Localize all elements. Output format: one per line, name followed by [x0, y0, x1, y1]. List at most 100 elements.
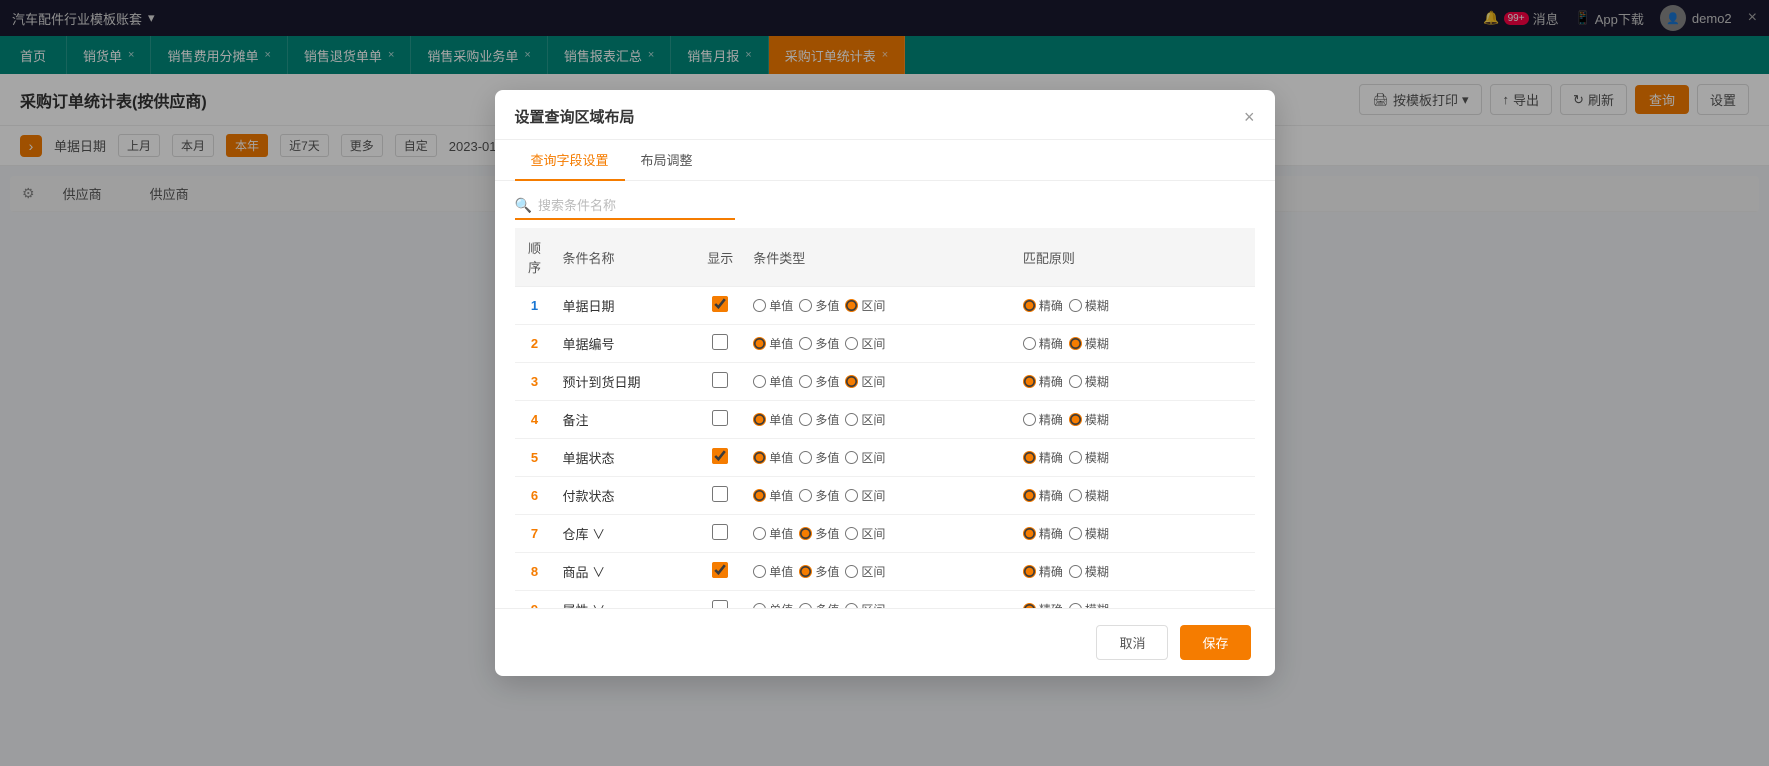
display-checkbox-4[interactable]	[712, 448, 728, 464]
type-radio-5-0[interactable]	[753, 489, 766, 502]
type-radio-label-5-2[interactable]: 区间	[845, 487, 885, 504]
match-radio-2-1[interactable]	[1069, 375, 1082, 388]
type-radio-1-2[interactable]	[845, 337, 858, 350]
type-radio-label-2-2[interactable]: 区间	[845, 373, 885, 390]
match-radio-label-0-1[interactable]: 模糊	[1069, 297, 1109, 314]
modal-close-btn[interactable]: ×	[1244, 108, 1255, 126]
search-input[interactable]	[538, 198, 718, 213]
match-radio-6-0[interactable]	[1023, 527, 1036, 540]
type-radio-0-2[interactable]	[845, 299, 858, 312]
type-radio-label-1-0[interactable]: 单值	[753, 335, 793, 352]
type-radio-0-1[interactable]	[799, 299, 812, 312]
type-radio-6-2[interactable]	[845, 527, 858, 540]
type-radio-label-3-0[interactable]: 单值	[753, 411, 793, 428]
match-radio-label-3-0[interactable]: 精确	[1023, 411, 1063, 428]
type-radio-label-4-0[interactable]: 单值	[753, 449, 793, 466]
match-radio-5-0[interactable]	[1023, 489, 1036, 502]
match-radio-7-0[interactable]	[1023, 565, 1036, 578]
match-radio-label-1-0[interactable]: 精确	[1023, 335, 1063, 352]
modal-tab-layout[interactable]: 布局调整	[625, 140, 709, 181]
match-radio-label-7-0[interactable]: 精确	[1023, 563, 1063, 580]
type-radio-label-0-2[interactable]: 区间	[845, 297, 885, 314]
match-radio-label-6-1[interactable]: 模糊	[1069, 525, 1109, 542]
type-radio-1-0[interactable]	[753, 337, 766, 350]
display-checkbox-3[interactable]	[712, 410, 728, 426]
display-checkbox-0[interactable]	[712, 296, 728, 312]
type-radio-label-1-2[interactable]: 区间	[845, 335, 885, 352]
type-radio-label-7-0[interactable]: 单值	[753, 563, 793, 580]
display-checkbox-1[interactable]	[712, 334, 728, 350]
match-radio-label-3-1[interactable]: 模糊	[1069, 411, 1109, 428]
type-radio-4-0[interactable]	[753, 451, 766, 464]
type-radio-label-7-2[interactable]: 区间	[845, 563, 885, 580]
type-radio-label-6-0[interactable]: 单值	[753, 525, 793, 542]
match-radio-label-4-0[interactable]: 精确	[1023, 449, 1063, 466]
match-radio-4-0[interactable]	[1023, 451, 1036, 464]
type-radio-3-2[interactable]	[845, 413, 858, 426]
cancel-btn[interactable]: 取消	[1096, 625, 1168, 660]
type-radio-1-1[interactable]	[799, 337, 812, 350]
match-radio-3-0[interactable]	[1023, 413, 1036, 426]
display-checkbox-8[interactable]	[712, 600, 728, 608]
modal-tab-query[interactable]: 查询字段设置	[515, 140, 625, 181]
match-radio-label-0-0[interactable]: 精确	[1023, 297, 1063, 314]
type-radio-label-6-2[interactable]: 区间	[845, 525, 885, 542]
type-radio-label-7-1[interactable]: 多值	[799, 563, 839, 580]
type-radio-label-5-0[interactable]: 单值	[753, 487, 793, 504]
match-radio-label-8-1[interactable]: 模糊	[1069, 601, 1109, 608]
type-radio-7-0[interactable]	[753, 565, 766, 578]
match-radio-3-1[interactable]	[1069, 413, 1082, 426]
type-radio-3-0[interactable]	[753, 413, 766, 426]
display-checkbox-7[interactable]	[712, 562, 728, 578]
match-radio-label-6-0[interactable]: 精确	[1023, 525, 1063, 542]
type-radio-label-0-0[interactable]: 单值	[753, 297, 793, 314]
display-checkbox-2[interactable]	[712, 372, 728, 388]
match-radio-1-0[interactable]	[1023, 337, 1036, 350]
match-radio-label-5-0[interactable]: 精确	[1023, 487, 1063, 504]
type-radio-7-2[interactable]	[845, 565, 858, 578]
match-radio-6-1[interactable]	[1069, 527, 1082, 540]
match-radio-7-1[interactable]	[1069, 565, 1082, 578]
type-radio-4-1[interactable]	[799, 451, 812, 464]
match-radio-label-2-0[interactable]: 精确	[1023, 373, 1063, 390]
type-radio-label-4-1[interactable]: 多值	[799, 449, 839, 466]
type-radio-label-3-1[interactable]: 多值	[799, 411, 839, 428]
match-radio-label-1-1[interactable]: 模糊	[1069, 335, 1109, 352]
type-radio-label-3-2[interactable]: 区间	[845, 411, 885, 428]
display-checkbox-6[interactable]	[712, 524, 728, 540]
type-radio-label-0-1[interactable]: 多值	[799, 297, 839, 314]
match-radio-label-5-1[interactable]: 模糊	[1069, 487, 1109, 504]
type-radio-label-8-2[interactable]: 区间	[845, 601, 885, 608]
type-radio-2-2[interactable]	[845, 375, 858, 388]
match-radio-1-1[interactable]	[1069, 337, 1082, 350]
match-radio-2-0[interactable]	[1023, 375, 1036, 388]
type-radio-label-8-0[interactable]: 单值	[753, 601, 793, 608]
type-radio-label-4-2[interactable]: 区间	[845, 449, 885, 466]
type-radio-2-1[interactable]	[799, 375, 812, 388]
match-radio-0-0[interactable]	[1023, 299, 1036, 312]
type-radio-6-0[interactable]	[753, 527, 766, 540]
save-btn[interactable]: 保存	[1180, 625, 1250, 660]
type-radio-2-0[interactable]	[753, 375, 766, 388]
match-radio-label-2-1[interactable]: 模糊	[1069, 373, 1109, 390]
type-radio-label-2-1[interactable]: 多值	[799, 373, 839, 390]
type-radio-label-1-1[interactable]: 多值	[799, 335, 839, 352]
type-radio-label-5-1[interactable]: 多值	[799, 487, 839, 504]
match-radio-label-8-0[interactable]: 精确	[1023, 601, 1063, 608]
match-radio-4-1[interactable]	[1069, 451, 1082, 464]
match-radio-label-7-1[interactable]: 模糊	[1069, 563, 1109, 580]
type-radio-label-6-1[interactable]: 多值	[799, 525, 839, 542]
match-radio-label-4-1[interactable]: 模糊	[1069, 449, 1109, 466]
type-radio-0-0[interactable]	[753, 299, 766, 312]
type-radio-label-8-1[interactable]: 多值	[799, 601, 839, 608]
match-radio-0-1[interactable]	[1069, 299, 1082, 312]
match-radio-5-1[interactable]	[1069, 489, 1082, 502]
type-radio-3-1[interactable]	[799, 413, 812, 426]
type-radio-6-1[interactable]	[799, 527, 812, 540]
type-radio-4-2[interactable]	[845, 451, 858, 464]
type-radio-7-1[interactable]	[799, 565, 812, 578]
display-checkbox-5[interactable]	[712, 486, 728, 502]
type-radio-5-2[interactable]	[845, 489, 858, 502]
type-radio-label-2-0[interactable]: 单值	[753, 373, 793, 390]
type-radio-5-1[interactable]	[799, 489, 812, 502]
